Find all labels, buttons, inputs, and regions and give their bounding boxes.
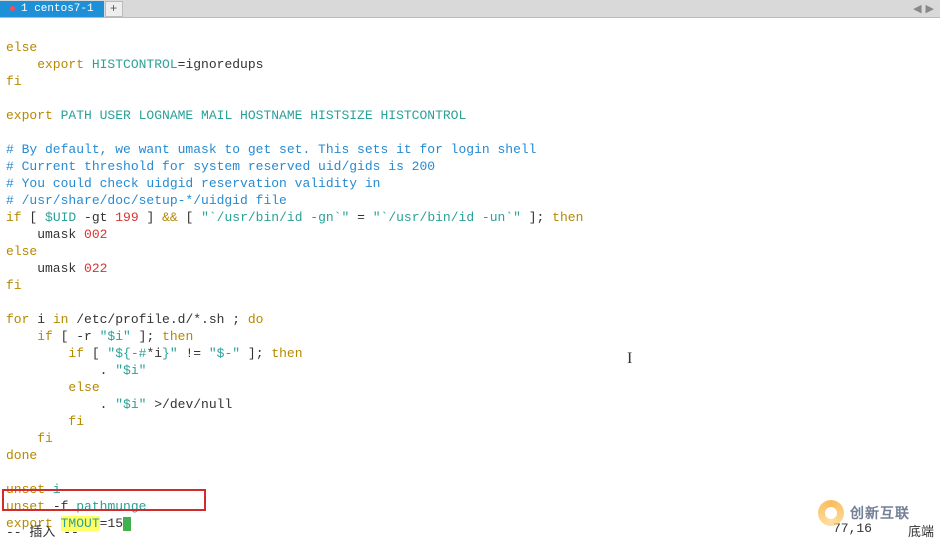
code: 022 xyxy=(84,261,107,276)
tab-status-dot xyxy=(10,6,15,11)
code: umask xyxy=(6,261,84,276)
code: -f xyxy=(45,499,76,514)
code: "$i" xyxy=(100,329,131,344)
code: > xyxy=(146,397,162,412)
code: do xyxy=(248,312,264,327)
code: HISTCONTROL xyxy=(84,57,178,72)
code: "$-" xyxy=(209,346,240,361)
code: PATH USER LOGNAME MAIL HOSTNAME HISTSIZE… xyxy=(53,108,466,123)
code: }" xyxy=(162,346,178,361)
code: fi xyxy=(6,431,53,446)
code: "`/usr/bin/id -un`" xyxy=(373,210,521,225)
code: # Current threshold for system reserved … xyxy=(6,159,435,174)
editor-area[interactable]: else export HISTCONTROL = ignoredups fi ex… xyxy=(0,18,940,553)
code: if xyxy=(6,210,22,225)
code: [ xyxy=(22,210,45,225)
watermark-text: 创新互联 xyxy=(850,503,910,523)
new-tab-button[interactable]: + xyxy=(105,1,123,17)
code: else xyxy=(6,40,37,55)
code: i xyxy=(29,312,52,327)
code: [ -r xyxy=(53,329,100,344)
code: "$i" xyxy=(115,363,146,378)
code: fi xyxy=(6,414,84,429)
code: *i xyxy=(146,346,162,361)
code: # You could check uidgid reservation val… xyxy=(6,176,380,191)
code: ]; xyxy=(131,329,162,344)
code: then xyxy=(162,329,193,344)
code: in xyxy=(53,312,69,327)
code: then xyxy=(271,346,302,361)
code: != xyxy=(178,346,209,361)
nav-left-icon[interactable]: ◀ xyxy=(913,2,921,16)
code: ignoredups xyxy=(185,57,263,72)
code: fi xyxy=(6,74,22,89)
code: if xyxy=(6,329,53,344)
code: /dev/null xyxy=(162,397,232,412)
code: unset xyxy=(6,482,45,497)
code: [ xyxy=(84,346,107,361)
code: -gt xyxy=(76,210,115,225)
code: export xyxy=(6,57,84,72)
code: 002 xyxy=(84,227,107,242)
code: "$i" xyxy=(115,397,146,412)
code: then xyxy=(552,210,583,225)
code: pathmunge xyxy=(76,499,146,514)
code: fi xyxy=(6,278,22,293)
status-line: -- 插入 -- 77,16 底端 xyxy=(6,521,934,540)
code: ]; xyxy=(521,210,552,225)
nav-right-icon[interactable]: ▶ xyxy=(926,2,934,16)
tab-active[interactable]: 1 centos7-1 xyxy=(0,1,104,17)
tab-bar: 1 centos7-1 + ◀ ▶ xyxy=(0,0,940,18)
tab-label: 1 centos7-1 xyxy=(21,3,94,15)
code: i xyxy=(45,482,61,497)
code: if xyxy=(6,346,84,361)
code: /etc/profile.d/*.sh ; xyxy=(68,312,247,327)
code: else xyxy=(6,244,37,259)
code: "`/usr/bin/id -gn`" xyxy=(201,210,349,225)
scroll-location: 底端 xyxy=(908,521,934,540)
code: . xyxy=(6,397,115,412)
code: = xyxy=(349,210,372,225)
code: $UID xyxy=(45,210,76,225)
code: export xyxy=(6,108,53,123)
watermark: 创新互联 xyxy=(818,500,910,526)
code: ] xyxy=(139,210,162,225)
plus-icon: + xyxy=(110,2,117,16)
code: . xyxy=(6,363,115,378)
tab-navigation: ◀ ▶ xyxy=(913,2,940,16)
vim-mode: -- 插入 -- xyxy=(6,521,79,540)
code: && xyxy=(162,210,178,225)
code: 199 xyxy=(115,210,138,225)
code: done xyxy=(6,448,37,463)
code: # /usr/share/doc/setup-*/uidgid file xyxy=(6,193,287,208)
code: ]; xyxy=(240,346,271,361)
code: for xyxy=(6,312,29,327)
code: # By default, we want umask to get set. … xyxy=(6,142,537,157)
watermark-logo-icon xyxy=(818,500,844,526)
code: [ xyxy=(178,210,201,225)
code: "${-# xyxy=(107,346,146,361)
code: unset xyxy=(6,499,45,514)
code: umask xyxy=(6,227,84,242)
code: else xyxy=(6,380,100,395)
